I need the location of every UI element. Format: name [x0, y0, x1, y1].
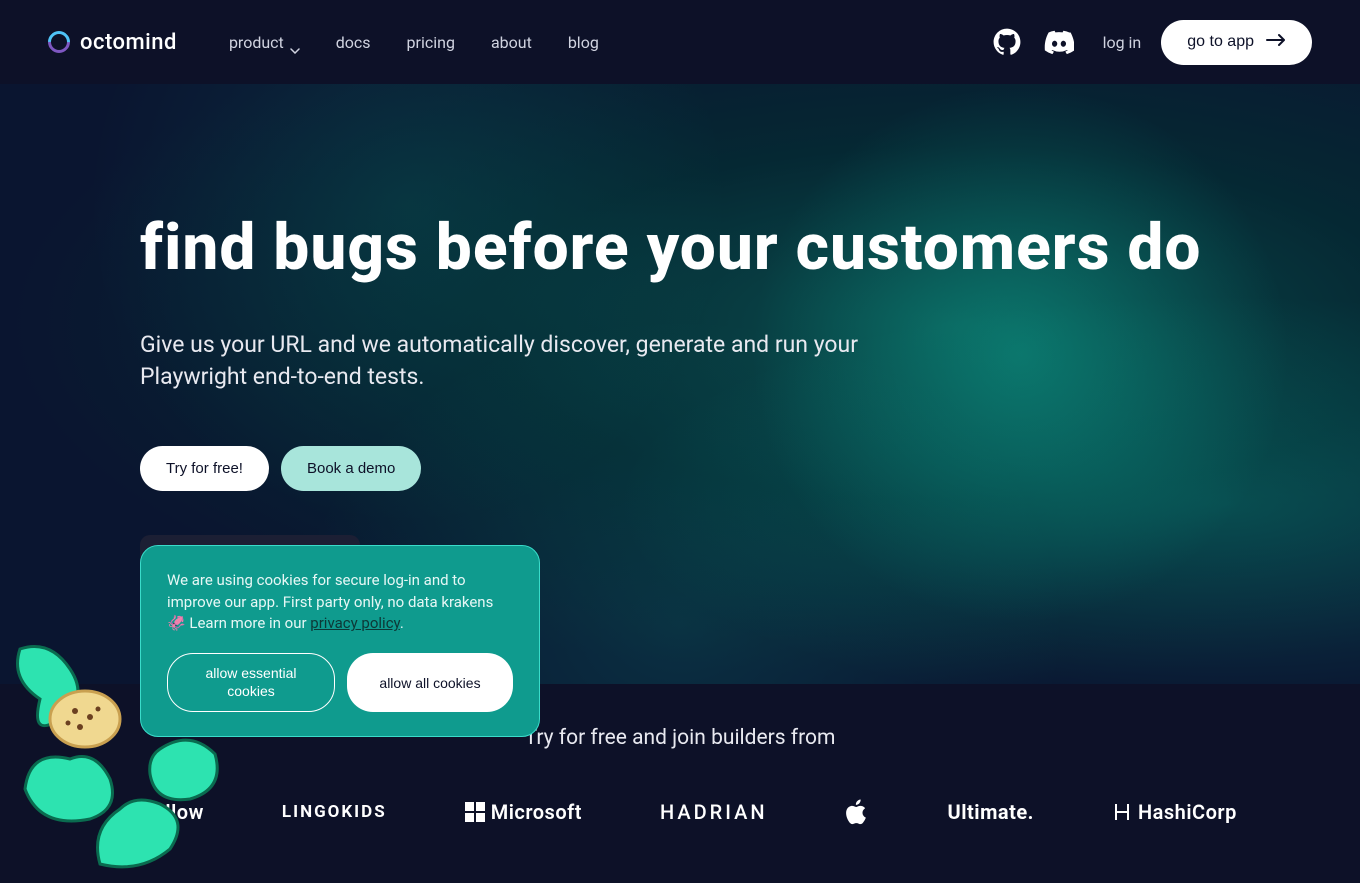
allow-all-button[interactable]: allow all cookies	[347, 653, 513, 712]
logo[interactable]: octomind	[48, 30, 177, 55]
hero-subtitle: Give us your URL and we automatically di…	[140, 329, 860, 393]
allow-essential-button[interactable]: allow essential cookies	[167, 653, 335, 712]
cookie-text-after: .	[400, 614, 404, 632]
nav-product-label: product	[229, 33, 284, 52]
logo-ultimate: Ultimate.	[948, 800, 1034, 824]
cookie-buttons: allow essential cookies allow all cookie…	[167, 653, 513, 712]
go-to-app-button[interactable]: go to app	[1161, 20, 1312, 65]
privacy-policy-link[interactable]: privacy policy	[310, 614, 400, 632]
header-right: log in go to app	[991, 20, 1312, 65]
main-nav: product docs pricing about blog	[229, 33, 599, 52]
logo-lingokids: LINGOKIDS	[282, 802, 387, 822]
logo-apple	[846, 798, 870, 826]
logo-hadrian: HADRIAN	[660, 800, 768, 824]
discord-icon[interactable]	[1043, 26, 1075, 58]
try-free-button[interactable]: Try for free!	[140, 446, 269, 491]
nav-pricing[interactable]: pricing	[407, 33, 455, 52]
logo-microsoft: Microsoft	[465, 800, 582, 824]
microsoft-icon	[465, 802, 485, 822]
login-link[interactable]: log in	[1103, 33, 1142, 52]
nav-about[interactable]: about	[491, 33, 532, 52]
arrow-right-icon	[1266, 33, 1286, 52]
github-icon[interactable]	[991, 26, 1023, 58]
logo-icon	[43, 26, 74, 57]
book-demo-button[interactable]: Book a demo	[281, 446, 421, 491]
chevron-down-icon	[290, 39, 300, 45]
nav-docs[interactable]: docs	[336, 33, 371, 52]
hero-title: find bugs before your customers do	[140, 214, 1220, 281]
logo-hashicorp: HashiCorp	[1112, 800, 1237, 824]
cta-label: go to app	[1187, 33, 1254, 51]
nav-blog[interactable]: blog	[568, 33, 599, 52]
brand-name: octomind	[80, 30, 177, 55]
main-header: octomind product docs pricing about blog…	[0, 0, 1360, 84]
hero-buttons: Try for free! Book a demo	[140, 446, 1220, 491]
nav-product[interactable]: product	[229, 33, 300, 52]
cookie-text: We are using cookies for secure log-in a…	[167, 570, 513, 635]
cookie-banner: We are using cookies for secure log-in a…	[140, 545, 540, 737]
